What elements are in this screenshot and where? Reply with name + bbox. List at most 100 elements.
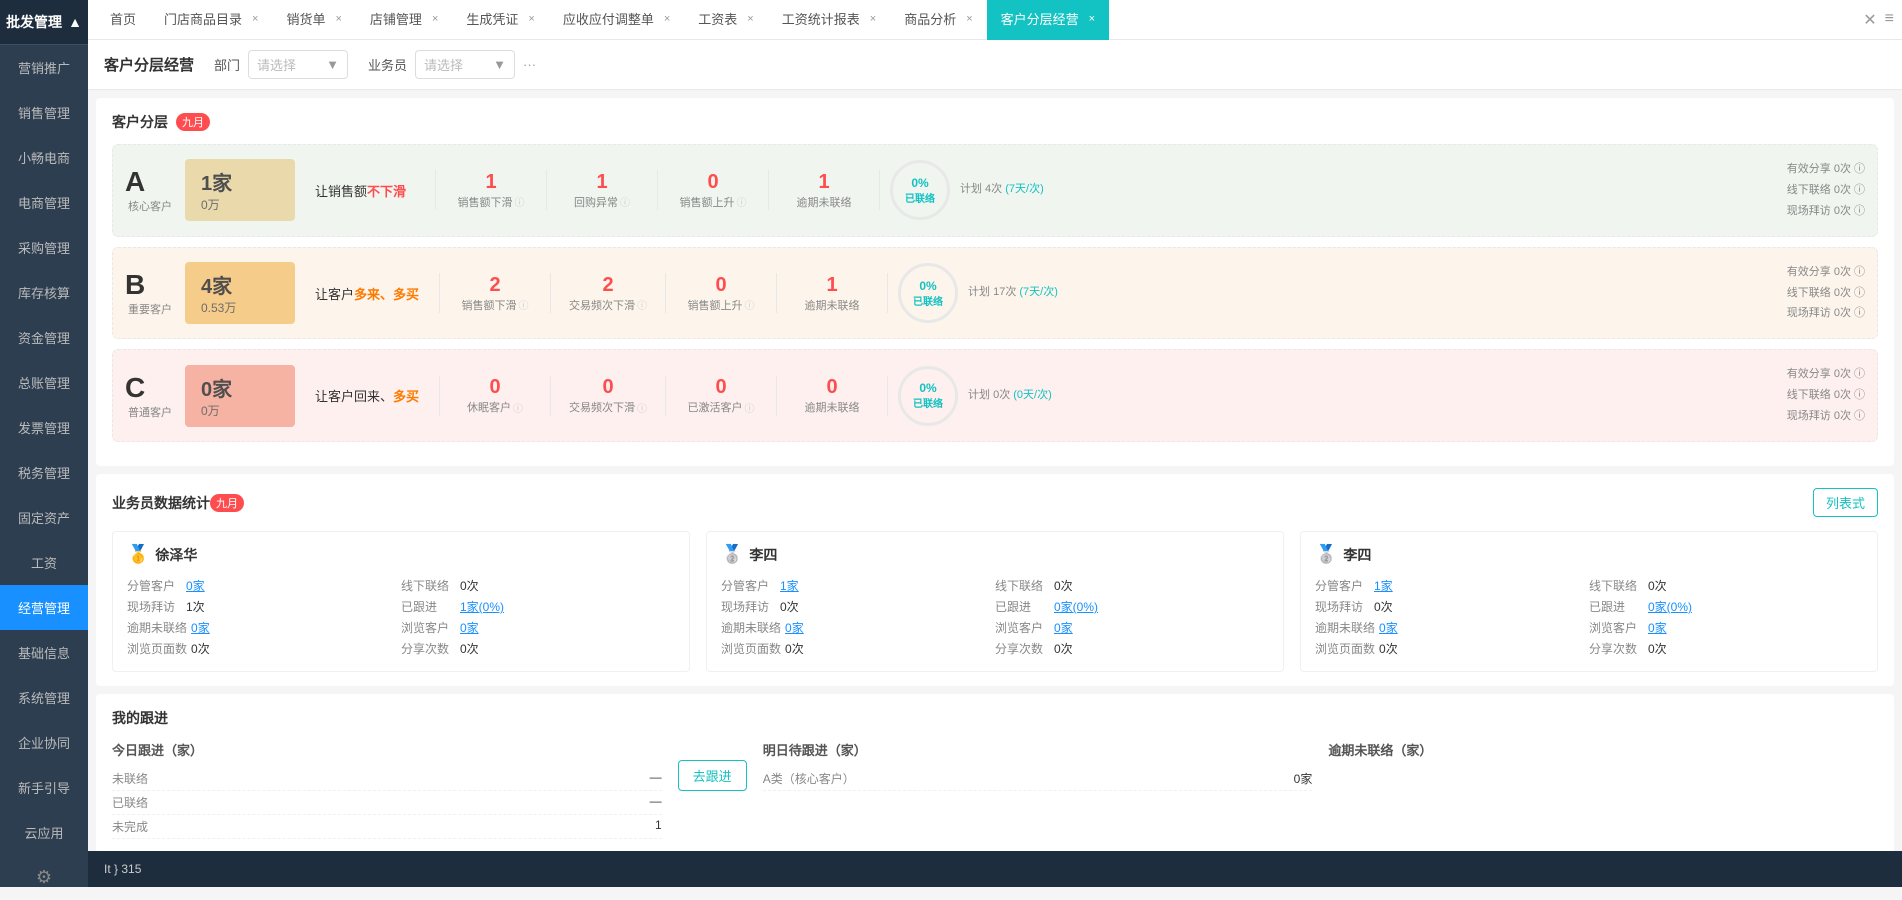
tab-close-receivable[interactable]: ×	[664, 13, 670, 25]
tab-receivable[interactable]: 应收应付调整单×	[549, 0, 684, 40]
list-view-button[interactable]: 列表式	[1813, 488, 1878, 517]
tier-contact-info: 计划 0次 (0天/次)	[968, 386, 1088, 406]
staff-stat-label: 线下联络	[401, 577, 456, 594]
staff-stat-value[interactable]: 0家	[1054, 619, 1073, 636]
tier-stat-num[interactable]: 0	[676, 171, 750, 194]
staff-stat-value[interactable]: 1家	[1374, 577, 1393, 594]
staff-stat-item: 线下联络0次	[401, 575, 675, 596]
sidebar-item-mgmt[interactable]: 经营管理	[0, 585, 88, 630]
sidebar-item-corp[interactable]: 企业协同	[0, 720, 88, 765]
tier-stat-num[interactable]: 1	[454, 171, 528, 194]
sidebar-item-guide[interactable]: 新手引导	[0, 765, 88, 810]
tier-count-box: 4家0.53万	[185, 262, 295, 324]
tier-stat-label: 交易频次下滑ⓘ	[569, 399, 647, 415]
tier-contact-info: 计划 4次 (7天/次)	[960, 180, 1080, 200]
sidebar-item-purchase[interactable]: 采购管理	[0, 225, 88, 270]
tier-stat-num[interactable]: 0	[458, 376, 532, 399]
tab-close-customer_tier[interactable]: ×	[1089, 13, 1095, 25]
goto-button[interactable]: 去跟进	[678, 760, 747, 791]
sidebar-item-micro[interactable]: 小畅电商	[0, 135, 88, 180]
tab-close-products[interactable]: ×	[252, 13, 258, 25]
sidebar-item-ecom[interactable]: 电商管理	[0, 180, 88, 225]
sidebar-item-marketing[interactable]: 营销推广	[0, 45, 88, 90]
tab-customer_tier[interactable]: 客户分层经营×	[987, 0, 1109, 40]
staff-stat-value[interactable]: 0家	[1379, 619, 1398, 636]
staff-stat-value[interactable]: 0家	[460, 619, 479, 636]
tab-close-payroll[interactable]: ×	[747, 13, 753, 25]
tier-stat-num[interactable]: 2	[569, 274, 647, 297]
tab-label-home: 首页	[110, 9, 136, 28]
sidebar-item-ledger[interactable]: 总账管理	[0, 360, 88, 405]
tier-plan-link[interactable]: (7天/次)	[1005, 183, 1044, 195]
followup-title: 我的跟进	[112, 708, 1878, 728]
tab-close-sales_order[interactable]: ×	[335, 13, 341, 25]
tier-divider	[665, 376, 666, 416]
tab-products[interactable]: 门店商品目录×	[150, 0, 272, 40]
sidebar-item-invoice[interactable]: 发票管理	[0, 405, 88, 450]
sidebar-item-inventory[interactable]: 库存核算	[0, 270, 88, 315]
sidebar-item-assets[interactable]: 固定资产	[0, 495, 88, 540]
tab-goods[interactable]: 商品分析×	[890, 0, 986, 40]
staff-card-0: 🥇徐泽华分管客户0家现场拜访1次逾期未联络0家浏览页面数0次线下联络0次已跟进1…	[112, 531, 690, 672]
tier-slogan: 让客户回来、多买	[305, 386, 429, 405]
staff-stat-value[interactable]: 0家	[186, 577, 205, 594]
tab-close-store[interactable]: ×	[432, 13, 438, 25]
tier-stat-label: 销售额下滑ⓘ	[458, 297, 532, 313]
followup-row-label: 已联络	[112, 794, 148, 811]
tab-store[interactable]: 店铺管理×	[356, 0, 452, 40]
tab-payroll[interactable]: 工资表×	[684, 0, 767, 40]
tier-stat-num[interactable]: 0	[795, 376, 869, 399]
tier-stat-num[interactable]: 2	[458, 274, 532, 297]
staff-stat-value: 0次	[460, 577, 479, 594]
staff-stat-value[interactable]: 1家(0%)	[460, 598, 504, 615]
tier-label-c: C普通客户	[125, 372, 175, 420]
sales-select[interactable]: 请选择 ▼	[415, 50, 515, 79]
tab-payroll_report[interactable]: 工资统计报表×	[768, 0, 890, 40]
staff-stat-item: 浏览客户0家	[1589, 617, 1863, 638]
staff-stat-label: 分享次数	[1589, 640, 1644, 657]
tier-stat-num[interactable]: 0	[684, 376, 758, 399]
tier-stat-3: 1逾期未联络	[779, 171, 869, 210]
tabs-close-icon[interactable]: ✕	[1863, 10, 1876, 30]
page-title: 客户分层经营	[104, 54, 194, 75]
staff-stat-label: 现场拜访	[1315, 598, 1370, 615]
tier-slogan-text: 让销售额	[315, 184, 367, 199]
sidebar-item-cloud[interactable]: 云应用	[0, 810, 88, 855]
sidebar-item-sales[interactable]: 销售管理	[0, 90, 88, 135]
more-button[interactable]: ···	[523, 57, 536, 72]
staff-stat-value[interactable]: 0家	[1648, 619, 1667, 636]
tab-home[interactable]: 首页	[96, 0, 150, 40]
staff-stat-value[interactable]: 0家	[191, 619, 210, 636]
dept-select[interactable]: 请选择 ▼	[248, 50, 348, 79]
sales-chevron: ▼	[493, 57, 506, 72]
tier-plan-link[interactable]: (7天/次)	[1019, 286, 1058, 298]
tier-stat-num[interactable]: 1	[565, 171, 639, 194]
content-area: 客户分层 九月 A核心客户1家0万让销售额不下滑1销售额下滑ⓘ1回购异常ⓘ0销售…	[88, 90, 1902, 851]
sidebar-item-basic[interactable]: 基础信息	[0, 630, 88, 675]
staff-stat-value[interactable]: 0家	[785, 619, 804, 636]
sidebar-item-finance[interactable]: 资金管理	[0, 315, 88, 360]
tab-voucher[interactable]: 生成凭证×	[452, 0, 548, 40]
staff-stats: 分管客户1家现场拜访0次逾期未联络0家浏览页面数0次线下联络0次已跟进0家(0%…	[1315, 575, 1863, 659]
settings-icon[interactable]: ⚙	[0, 855, 88, 900]
sidebar-item-system[interactable]: 系统管理	[0, 675, 88, 720]
staff-stat-value[interactable]: 0家(0%)	[1648, 598, 1692, 615]
tier-slogan-highlight: 不下滑	[367, 184, 406, 199]
tier-stat-3: 1逾期未联络	[787, 274, 877, 313]
tier-stat-num[interactable]: 0	[684, 274, 758, 297]
sidebar-item-hr[interactable]: 工资	[0, 540, 88, 585]
staff-stat-value[interactable]: 1家	[780, 577, 799, 594]
sidebar-item-tax[interactable]: 税务管理	[0, 450, 88, 495]
tab-sales_order[interactable]: 销货单×	[272, 0, 355, 40]
staff-stat-value[interactable]: 0家(0%)	[1054, 598, 1098, 615]
tier-stat-num[interactable]: 1	[787, 171, 861, 194]
tier-stat-num[interactable]: 1	[795, 274, 869, 297]
tab-close-voucher[interactable]: ×	[528, 13, 534, 25]
tier-stat-num[interactable]: 0	[569, 376, 647, 399]
tier-plan-link[interactable]: (0天/次)	[1013, 389, 1052, 401]
tabs-menu-icon[interactable]: ≡	[1885, 10, 1894, 30]
tab-close-payroll_report[interactable]: ×	[870, 13, 876, 25]
tier-contact-circle: 0%已联络	[890, 160, 950, 220]
tier-right-stat-item: 线下联络 0次 ⓘ	[1745, 385, 1865, 406]
tab-close-goods[interactable]: ×	[966, 13, 972, 25]
